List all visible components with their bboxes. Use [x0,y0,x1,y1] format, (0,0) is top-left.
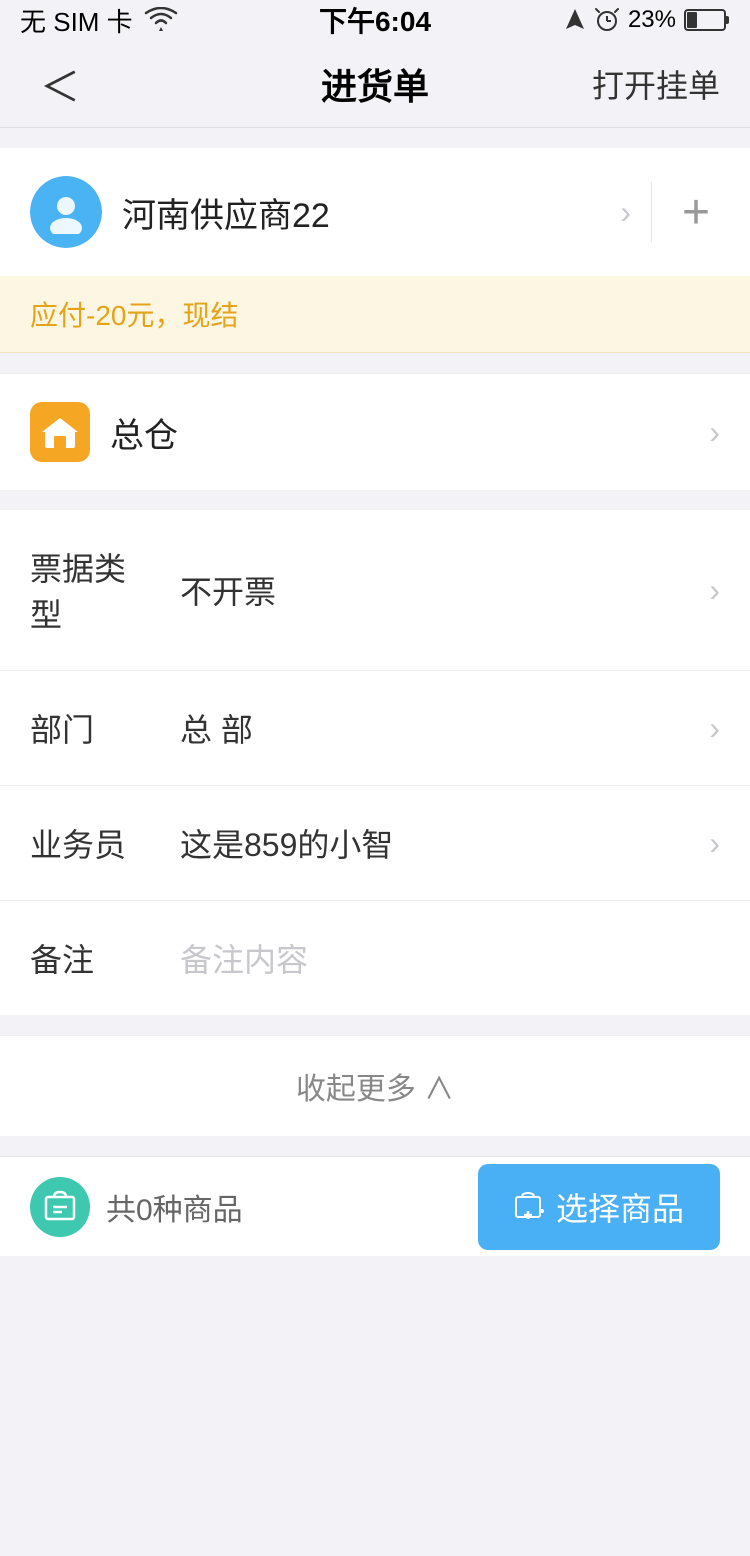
avatar-icon [30,176,102,248]
select-product-button[interactable]: 选择商品 [478,1164,720,1250]
supplier-divider [651,182,652,242]
salesperson-chevron-icon: › [709,825,720,862]
invoice-type-row[interactable]: 票据类型 不开票 › [0,510,750,671]
supplier-avatar [30,176,102,248]
bottom-bar: 共0种商品 选择商品 [0,1156,750,1256]
status-right: 23% [564,6,730,34]
supplier-section: 河南供应商22 › + 应付-20元，现结 [0,148,750,353]
remark-input[interactable]: 备注内容 [150,935,720,981]
notice-row: 应付-20元，现结 [0,276,750,353]
top-separator [0,128,750,148]
warehouse-row[interactable]: 总仓 › [0,373,750,490]
remark-row[interactable]: 备注 备注内容 [0,901,750,1015]
invoice-type-label: 票据类型 [30,544,150,636]
invoice-chevron-icon: › [709,572,720,609]
battery-icon [684,9,730,31]
department-value: 总 部 [150,705,699,751]
supplier-name: 河南供应商22 [122,188,610,237]
notice-text: 应付-20元，现结 [30,300,238,331]
wifi-icon [143,7,179,33]
salesperson-value: 这是859的小智 [150,820,699,866]
collapse-text: 收起更多 ∧ [296,1073,454,1106]
nav-bar: ＜ 进货单 打开挂单 [0,40,750,128]
add-button[interactable]: + [672,185,720,240]
supplier-row[interactable]: 河南供应商22 › + [0,148,750,276]
location-icon [564,7,586,33]
product-icon [30,1177,90,1237]
warehouse-section[interactable]: 总仓 › [0,373,750,490]
invoice-type-value: 不开票 [150,567,699,613]
form-section: 票据类型 不开票 › 部门 总 部 › 业务员 这是859的小智 › 备注 备注… [0,510,750,1015]
status-time: 下午6:04 [319,0,431,40]
select-product-label: 选择商品 [556,1184,684,1230]
department-chevron-icon: › [709,710,720,747]
bottom-content [0,1256,750,1556]
alarm-icon [594,7,620,33]
salesperson-row[interactable]: 业务员 这是859的小智 › [0,786,750,901]
warehouse-name: 总仓 [110,408,699,457]
department-label: 部门 [30,705,150,751]
warehouse-chevron-icon: › [709,414,720,451]
remark-label: 备注 [30,935,150,981]
back-button[interactable]: ＜ [30,45,90,123]
salesperson-label: 业务员 [30,820,150,866]
collapse-button[interactable]: 收起更多 ∧ [0,1035,750,1136]
department-row[interactable]: 部门 总 部 › [0,671,750,786]
page-title: 进货单 [321,58,429,110]
carrier-text: 无 SIM 卡 [20,2,133,39]
open-pending-button[interactable]: 打开挂单 [592,61,720,107]
status-left: 无 SIM 卡 [20,2,179,39]
battery-text: 23% [628,6,676,34]
status-bar: 无 SIM 卡 下午6:04 23% [0,0,750,40]
product-count: 共0种商品 [106,1185,478,1229]
supplier-chevron-icon: › [620,194,631,231]
warehouse-icon [30,402,90,462]
